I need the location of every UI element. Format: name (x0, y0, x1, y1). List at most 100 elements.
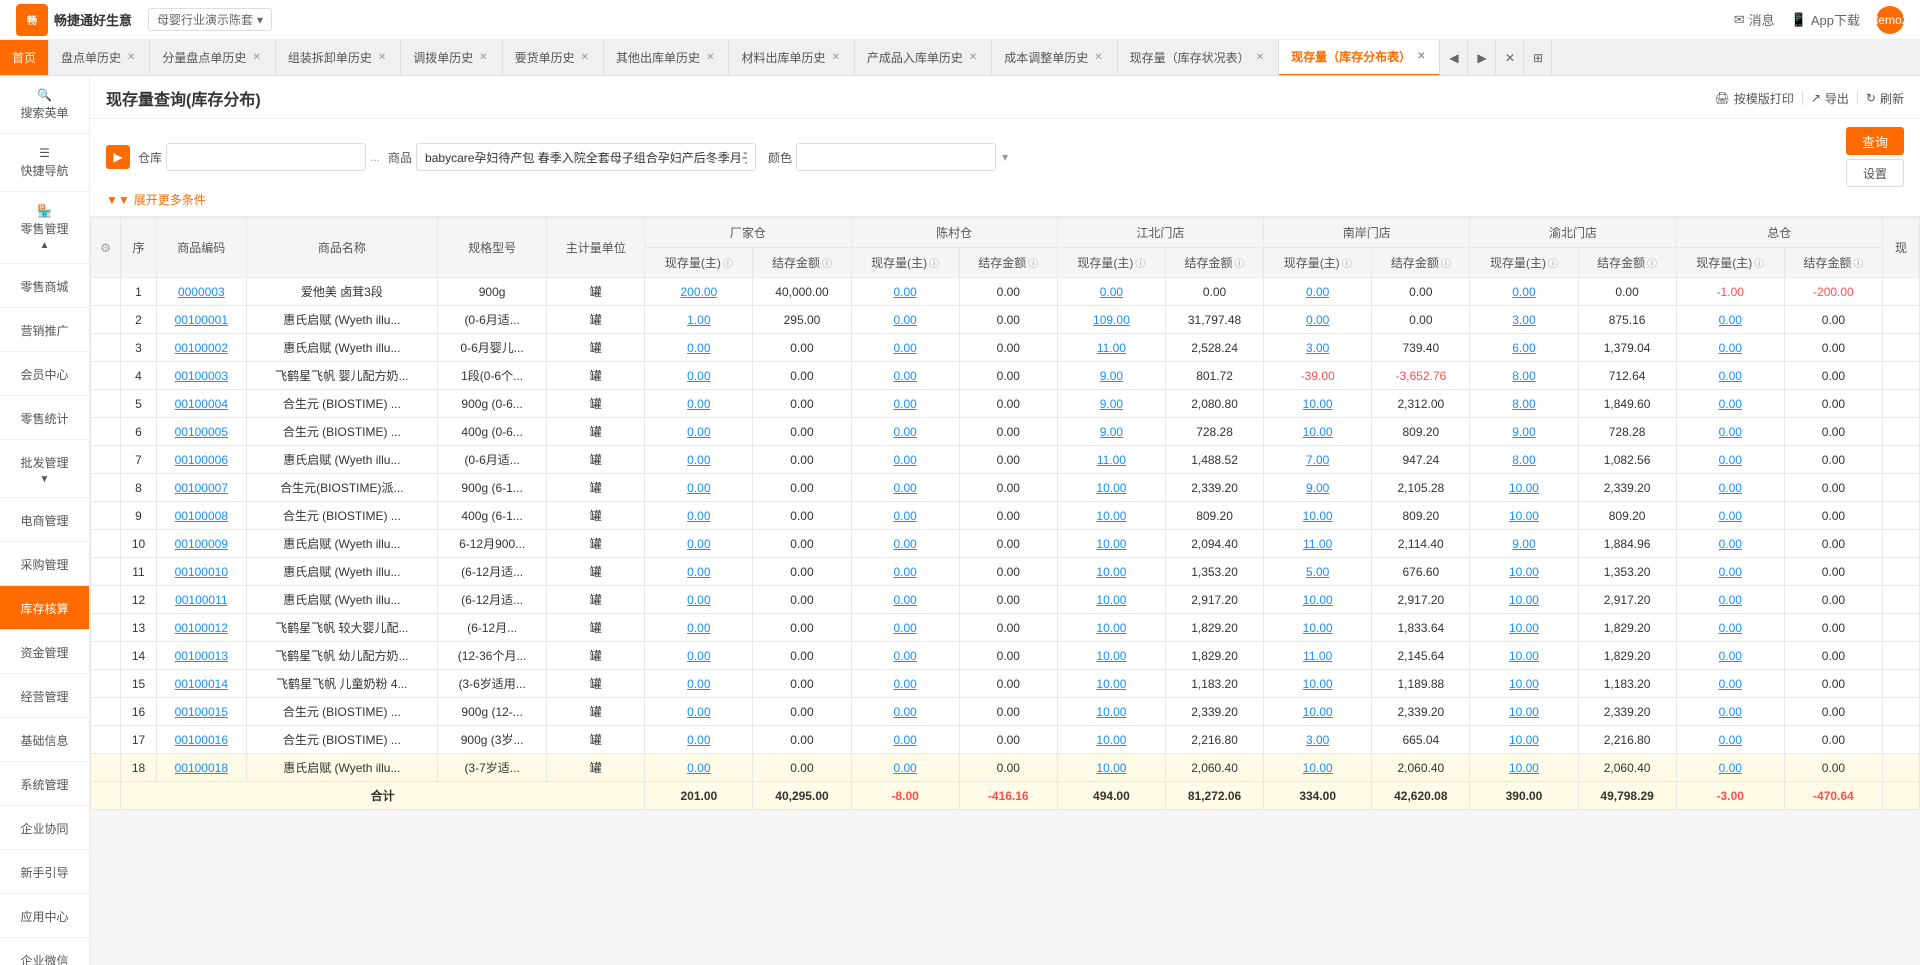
tab-stocktaking[interactable]: 盘点单历史 ✕ (49, 40, 150, 76)
user-profile[interactable]: demo2 (1876, 6, 1904, 34)
close-icon[interactable]: ✕ (376, 52, 388, 63)
tab-nav-maximize[interactable]: ⊞ (1524, 40, 1552, 76)
close-icon[interactable]: ✕ (250, 52, 262, 63)
tab-nav-close[interactable]: ✕ (1496, 40, 1524, 76)
tab-allocation[interactable]: 调拨单历史 ✕ (401, 40, 502, 76)
cell-w5-qty: 9.00 (1470, 418, 1578, 446)
query-button[interactable]: 查询 (1846, 127, 1904, 155)
th-seq: 序 (121, 218, 157, 278)
tab-other-out[interactable]: 其他出库单历史 ✕ (604, 40, 729, 76)
expand-conditions-btn[interactable]: ▼▼ 展开更多条件 (106, 191, 1904, 208)
cell-w6-qty: 0.00 (1676, 334, 1784, 362)
cell-gear (91, 446, 121, 474)
sidebar-item-wholesale-mgmt[interactable]: 批发管理 ▼ (0, 440, 89, 498)
close-icon[interactable]: ✕ (1415, 51, 1427, 62)
tab-stock-status[interactable]: 现存量（库存状况表） ✕ (1118, 40, 1279, 76)
cell-w2-amt: 0.00 (959, 446, 1057, 474)
tab-nav-prev[interactable]: ◀ (1440, 40, 1468, 76)
warehouse-ellipsis[interactable]: ... (370, 150, 380, 164)
cell-w2-amt: 0.00 (959, 698, 1057, 726)
tab-combo-disassembly[interactable]: 组装拆卸单历史 ✕ (276, 40, 401, 76)
cell-w4-amt: 1,189.88 (1372, 670, 1470, 698)
divider (1802, 91, 1803, 105)
sidebar-item-app-center[interactable]: 应用中心 (0, 894, 89, 938)
close-icon[interactable]: ✕ (579, 52, 591, 63)
cell-seq: 18 (121, 754, 157, 782)
close-icon[interactable]: ✕ (704, 52, 716, 63)
sidebar-item-ops-mgmt[interactable]: 经营管理 (0, 674, 89, 718)
tab-nav-next[interactable]: ▶ (1468, 40, 1496, 76)
cell-w3-qty: 10.00 (1057, 726, 1165, 754)
sidebar-item-finance-mgmt[interactable]: 资金管理 (0, 630, 89, 674)
sidebar-item-enterprise-wechat[interactable]: 企业微信 (0, 938, 89, 965)
cell-gear (91, 642, 121, 670)
tab-material-out[interactable]: 材料出库单历史 ✕ (729, 40, 854, 76)
cell-w1-qty: 0.00 (645, 418, 753, 446)
close-icon[interactable]: ✕ (1254, 52, 1266, 63)
close-icon[interactable]: ✕ (1092, 52, 1104, 63)
nav-icon: ☰ (39, 146, 50, 160)
cell-w1-amt: 0.00 (753, 530, 851, 558)
sidebar-item-basic-info[interactable]: 基础信息 (0, 718, 89, 762)
refresh-btn[interactable]: ↻ 刷新 (1866, 90, 1904, 107)
data-table: ⚙ 序 商品编码 商品名称 规格型号 主计量单位 厂家仓 陈村仓 江北门店 南岸… (90, 217, 1920, 810)
close-icon[interactable]: ✕ (477, 52, 489, 63)
cell-w1-amt: 295.00 (753, 306, 851, 334)
cell-spec: (0-6月适... (438, 306, 547, 334)
tab-finished-in[interactable]: 产成品入库单历史 ✕ (855, 40, 992, 76)
tab-split-stocktaking[interactable]: 分量盘点单历史 ✕ (150, 40, 275, 76)
cell-gear (91, 362, 121, 390)
sidebar-item-purchase-mgmt[interactable]: 采购管理 (0, 542, 89, 586)
color-input[interactable] (796, 143, 996, 171)
tab-purchase-order[interactable]: 要货单历史 ✕ (503, 40, 604, 76)
sidebar-item-sys-mgmt[interactable]: 系统管理 (0, 762, 89, 806)
th-gear[interactable]: ⚙ (91, 218, 121, 278)
cell-gear (91, 726, 121, 754)
cell-w6-amt: 0.00 (1784, 334, 1882, 362)
sidebar-item-enterprise-collab[interactable]: 企业协同 (0, 806, 89, 850)
chevron-down-icon[interactable]: ▾ (1002, 150, 1008, 164)
sidebar-item-inventory[interactable]: 库存核算 (0, 586, 89, 630)
filter-expand-btn[interactable]: ▶ (106, 145, 130, 169)
sidebar-item-retail-shop[interactable]: 零售商城 (0, 264, 89, 308)
sidebar-item-retail-stats[interactable]: 零售统计 (0, 396, 89, 440)
product-input[interactable] (416, 143, 756, 171)
cell-w6-qty: 0.00 (1676, 306, 1784, 334)
sidebar-item-ecommerce-mgmt[interactable]: 电商管理 (0, 498, 89, 542)
settings-icon[interactable]: ⚙ (100, 241, 111, 255)
sidebar-item-member[interactable]: 会员中心 (0, 352, 89, 396)
cell-w4-qty: 10.00 (1264, 754, 1372, 782)
cell-w1-qty: 0.00 (645, 530, 753, 558)
close-icon[interactable]: ✕ (125, 52, 137, 63)
tab-home[interactable]: 首页 (0, 40, 49, 76)
cell-w6-amt: 0.00 (1784, 754, 1882, 782)
cell-name: 飞鹤星飞帆 幼儿配方奶... (246, 642, 437, 670)
warehouse-input[interactable] (166, 143, 366, 171)
cell-w3-amt: 1,183.20 (1166, 670, 1264, 698)
sidebar-item-new-guide[interactable]: 新手引导 (0, 850, 89, 894)
cell-w1-qty: 0.00 (645, 586, 753, 614)
tab-cost-adjust[interactable]: 成本调整单历史 ✕ (992, 40, 1117, 76)
close-icon[interactable]: ✕ (967, 52, 979, 63)
cell-w2-qty: 0.00 (851, 754, 959, 782)
tab-stock-dist[interactable]: 现存量（库存分布表） ✕ (1279, 40, 1440, 76)
sidebar-item-search[interactable]: 🔍 搜索英单 (0, 76, 89, 134)
cell-w1-qty: 0.00 (645, 334, 753, 362)
cell-current (1882, 726, 1919, 754)
template-print-btn[interactable]: 🖨 按模版打印 (1715, 90, 1794, 107)
app-download-btn[interactable]: 📱 App下载 (1791, 10, 1860, 29)
export-btn[interactable]: ↗ 导出 (1811, 90, 1849, 107)
cell-w1-amt: 0.00 (753, 362, 851, 390)
cell-unit: 罐 (547, 362, 645, 390)
setting-button[interactable]: 设置 (1846, 159, 1904, 187)
sidebar-item-marketing[interactable]: 营销推广 (0, 308, 89, 352)
cell-w6-amt: 0.00 (1784, 306, 1882, 334)
industry-selector[interactable]: 母婴行业演示陈套 ▾ (148, 8, 272, 31)
close-icon[interactable]: ✕ (829, 52, 841, 63)
sidebar-item-retail-mgmt[interactable]: 🏪 零售管理 ▲ (0, 192, 89, 264)
cell-unit: 罐 (547, 670, 645, 698)
table-area[interactable]: ⚙ 序 商品编码 商品名称 规格型号 主计量单位 厂家仓 陈村仓 江北门店 南岸… (90, 217, 1920, 965)
message-btn[interactable]: ✉ 消息 (1734, 10, 1775, 29)
sidebar-item-quick-nav[interactable]: ☰ 快捷导航 (0, 134, 89, 192)
cell-w5-amt: 1,082.56 (1578, 446, 1676, 474)
